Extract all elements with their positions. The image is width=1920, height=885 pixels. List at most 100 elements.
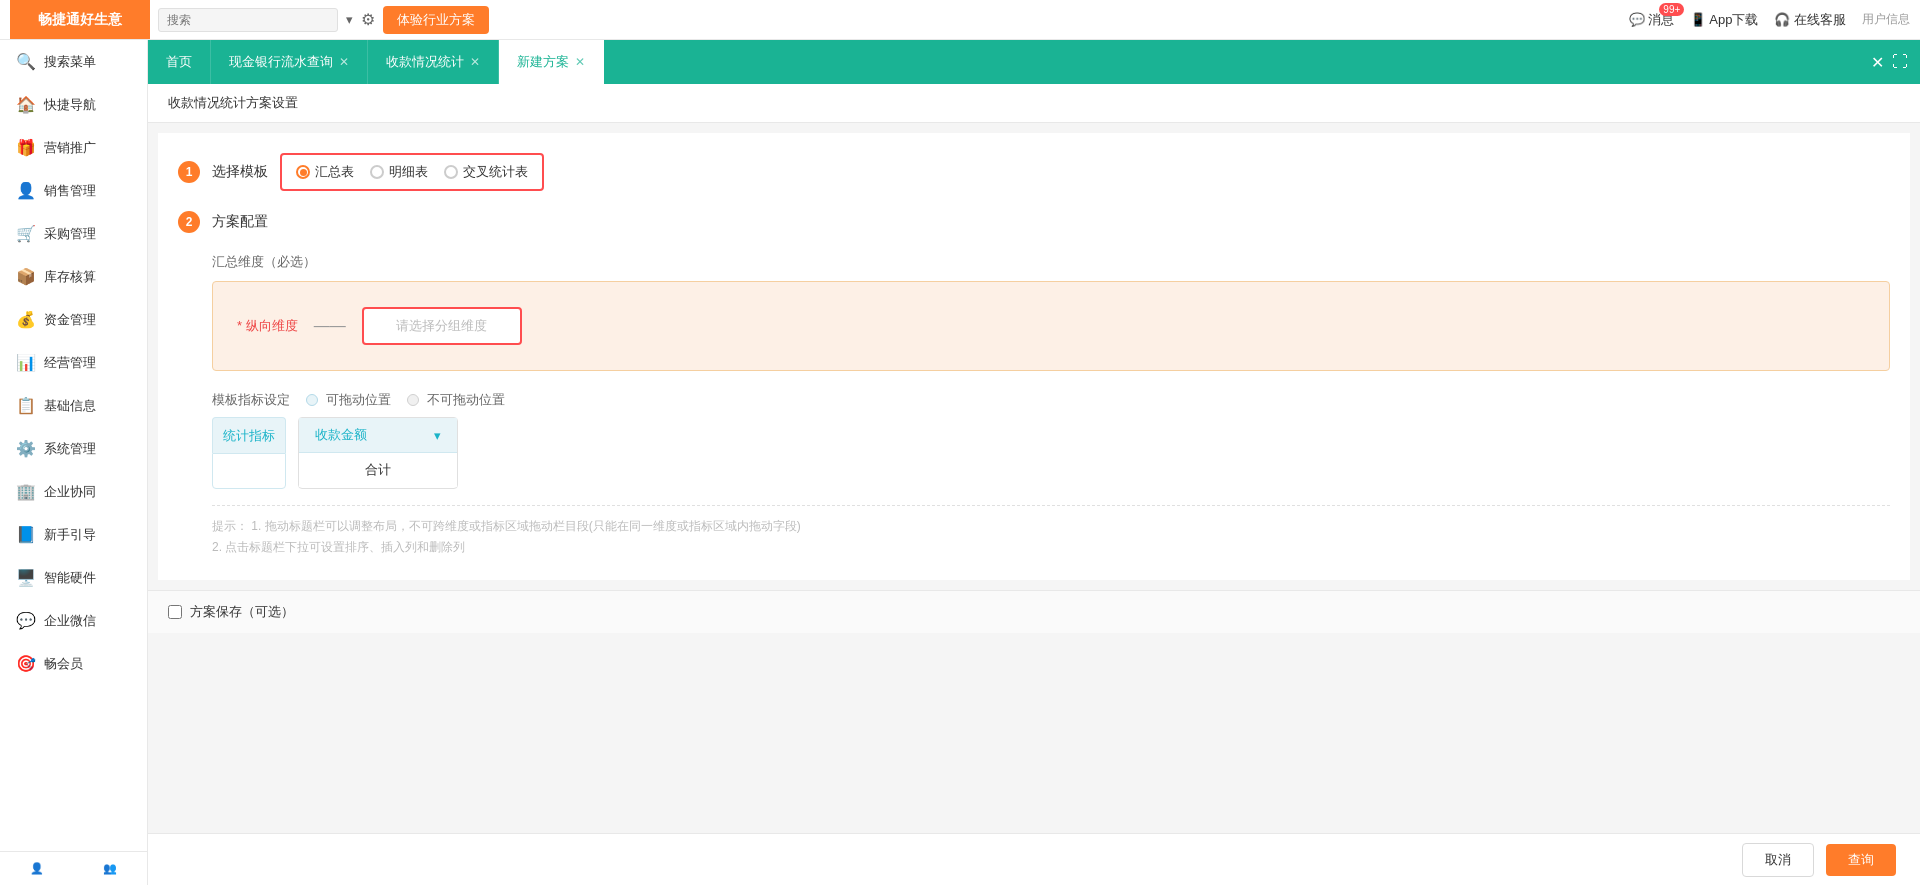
box-icon: 📦 (16, 267, 36, 286)
sidebar-item-label: 快捷导航 (44, 96, 96, 114)
sidebar-item-guide[interactable]: 📘 新手引导 (0, 513, 147, 556)
sidebar-item-label: 企业微信 (44, 612, 96, 630)
sidebar-item-corp[interactable]: 🏢 企业协同 (0, 470, 147, 513)
radio-cross-dot (444, 165, 458, 179)
sidebar-item-system[interactable]: ⚙️ 系统管理 (0, 427, 147, 470)
metrics-column-header[interactable]: 收款金额 ▾ (299, 418, 457, 453)
service-btn[interactable]: 🎧 在线客服 (1774, 11, 1846, 29)
maximize-icon[interactable]: ⛶ (1892, 53, 1908, 71)
sidebar-item-label: 基础信息 (44, 397, 96, 415)
service-icon: 🎧 (1774, 12, 1790, 27)
fixed-dot (407, 394, 419, 406)
radio-cross[interactable]: 交叉统计表 (444, 163, 528, 181)
sidebar-bottom: 👤 👥 (0, 851, 147, 885)
hint-area: 提示： 1. 拖动标题栏可以调整布局，不可跨维度或指标区域拖动栏目段(只能在同一… (212, 505, 1890, 556)
message-icon: 💬 (1629, 12, 1645, 27)
dimension-area: * 纵向维度 —— 请选择分组维度 (212, 281, 1890, 371)
step2-label: 方案配置 (212, 213, 268, 231)
metrics-category-header: 统计指标 (212, 417, 286, 453)
sidebar-item-wechat[interactable]: 💬 企业微信 (0, 599, 147, 642)
metrics-header: 模板指标设定 可拖动位置 不可拖动位置 (212, 391, 1890, 409)
radio-detail-label: 明细表 (389, 163, 428, 181)
tab-bar-end: ✕ ⛶ (1859, 40, 1920, 84)
cart-icon: 🛒 (16, 224, 36, 243)
sidebar-item-member[interactable]: 🎯 畅会员 (0, 642, 147, 685)
monitor-icon: 🖥️ (16, 568, 36, 587)
row-label: 合计 (365, 462, 391, 477)
step2-section: 2 方案配置 汇总维度（必选） * 纵向维度 —— 请选择分组维度 (178, 211, 1890, 556)
radio-cross-label: 交叉统计表 (463, 163, 528, 181)
sidebar-item-quicknav[interactable]: 🏠 快捷导航 (0, 83, 147, 126)
sidebar-item-finance[interactable]: 💰 资金管理 (0, 298, 147, 341)
cancel-button[interactable]: 取消 (1742, 843, 1814, 877)
page-footer: 方案保存（可选） (148, 590, 1920, 633)
top-bar: 畅捷通好生意 ▾ ⚙ 体验行业方案 💬 消息 99+ 📱 App下载 🎧 在线客… (0, 0, 1920, 40)
metrics-table-wrap: 统计指标 收款金额 ▾ (212, 417, 1890, 489)
radio-detail-dot (370, 165, 384, 179)
top-search-input[interactable] (158, 8, 338, 32)
sidebar-item-label: 采购管理 (44, 225, 96, 243)
industry-btn[interactable]: 体验行业方案 (383, 6, 489, 34)
close-window-icon[interactable]: ✕ (1871, 53, 1884, 72)
sidebar-item-basics[interactable]: 📋 基础信息 (0, 384, 147, 427)
content-area: 首页 现金银行流水查询 ✕ 收款情况统计 ✕ 新建方案 ✕ ✕ ⛶ 收款情况统计… (148, 40, 1920, 885)
tab-receipts-close[interactable]: ✕ (470, 55, 480, 69)
draggable-dot (306, 394, 318, 406)
sidebar-item-purchase[interactable]: 🛒 采购管理 (0, 212, 147, 255)
list-icon: 📋 (16, 396, 36, 415)
radio-detail[interactable]: 明细表 (370, 163, 428, 181)
sidebar-item-label: 营销推广 (44, 139, 96, 157)
gear-icon[interactable]: ⚙ (361, 10, 375, 29)
tab-newplan-close[interactable]: ✕ (575, 55, 585, 69)
template-selector: 汇总表 明细表 交叉统计表 (280, 153, 544, 191)
tab-receipts[interactable]: 收款情况统计 ✕ (368, 40, 499, 84)
sidebar-avatar-1[interactable]: 👤 (0, 852, 74, 885)
radio-summary[interactable]: 汇总表 (296, 163, 354, 181)
sidebar-item-label: 智能硬件 (44, 569, 96, 587)
sidebar-item-operations[interactable]: 📊 经营管理 (0, 341, 147, 384)
step1-label: 选择模板 (212, 163, 268, 181)
tab-home-label: 首页 (166, 53, 192, 71)
fixed-legend: 不可拖动位置 (407, 391, 505, 409)
hint-2: 2. 点击标题栏下拉可设置排序、插入列和删除列 (212, 539, 1890, 556)
download-label: App下载 (1709, 12, 1758, 27)
chevron-down-icon: ▾ (434, 428, 441, 443)
sidebar-item-hardware[interactable]: 🖥️ 智能硬件 (0, 556, 147, 599)
tab-cashflow[interactable]: 现金银行流水查询 ✕ (211, 40, 368, 84)
dropdown-icon[interactable]: ▾ (346, 12, 353, 27)
hint-1: 提示： 1. 拖动标题栏可以调整布局，不可跨维度或指标区域拖动栏目段(只能在同一… (212, 518, 1890, 535)
search-icon: 🔍 (16, 52, 36, 71)
tab-newplan[interactable]: 新建方案 ✕ (499, 40, 604, 84)
sidebar-item-search[interactable]: 🔍 搜索菜单 (0, 40, 147, 83)
sidebar-item-label: 销售管理 (44, 182, 96, 200)
gift-icon: 🎁 (16, 138, 36, 157)
home-icon: 🏠 (16, 95, 36, 114)
metrics-table: 收款金额 ▾ 合计 (298, 417, 458, 489)
step2-num: 2 (178, 211, 200, 233)
metrics-category-cell (212, 453, 286, 489)
breadcrumb: 收款情况统计方案设置 (168, 95, 298, 110)
save-plan-checkbox[interactable] (168, 605, 182, 619)
download-icon: 📱 (1690, 12, 1706, 27)
step2-header-row: 2 方案配置 (178, 211, 1890, 233)
messages-btn[interactable]: 💬 消息 99+ (1629, 11, 1675, 29)
sidebar-avatar-2[interactable]: 👥 (74, 852, 148, 885)
tab-cashflow-close[interactable]: ✕ (339, 55, 349, 69)
sidebar-item-marketing[interactable]: 🎁 营销推广 (0, 126, 147, 169)
metrics-title: 模板指标设定 (212, 391, 290, 409)
tab-home[interactable]: 首页 (148, 40, 211, 84)
download-btn[interactable]: 📱 App下载 (1690, 11, 1758, 29)
sidebar-item-sales[interactable]: 👤 销售管理 (0, 169, 147, 212)
sidebar-item-label: 新手引导 (44, 526, 96, 544)
sidebar-item-inventory[interactable]: 📦 库存核算 (0, 255, 147, 298)
person-icon: 👤 (16, 181, 36, 200)
sidebar-item-label: 库存核算 (44, 268, 96, 286)
dimension-title: 汇总维度（必选） (212, 253, 1890, 271)
dimension-select[interactable]: 请选择分组维度 (362, 307, 522, 345)
query-button[interactable]: 查询 (1826, 844, 1896, 876)
vertical-dim-label: * 纵向维度 (237, 317, 298, 335)
arrow-icon: —— (314, 317, 346, 335)
action-bar: 取消 查询 (148, 833, 1920, 885)
metrics-category: 统计指标 (212, 417, 286, 489)
radio-summary-label: 汇总表 (315, 163, 354, 181)
